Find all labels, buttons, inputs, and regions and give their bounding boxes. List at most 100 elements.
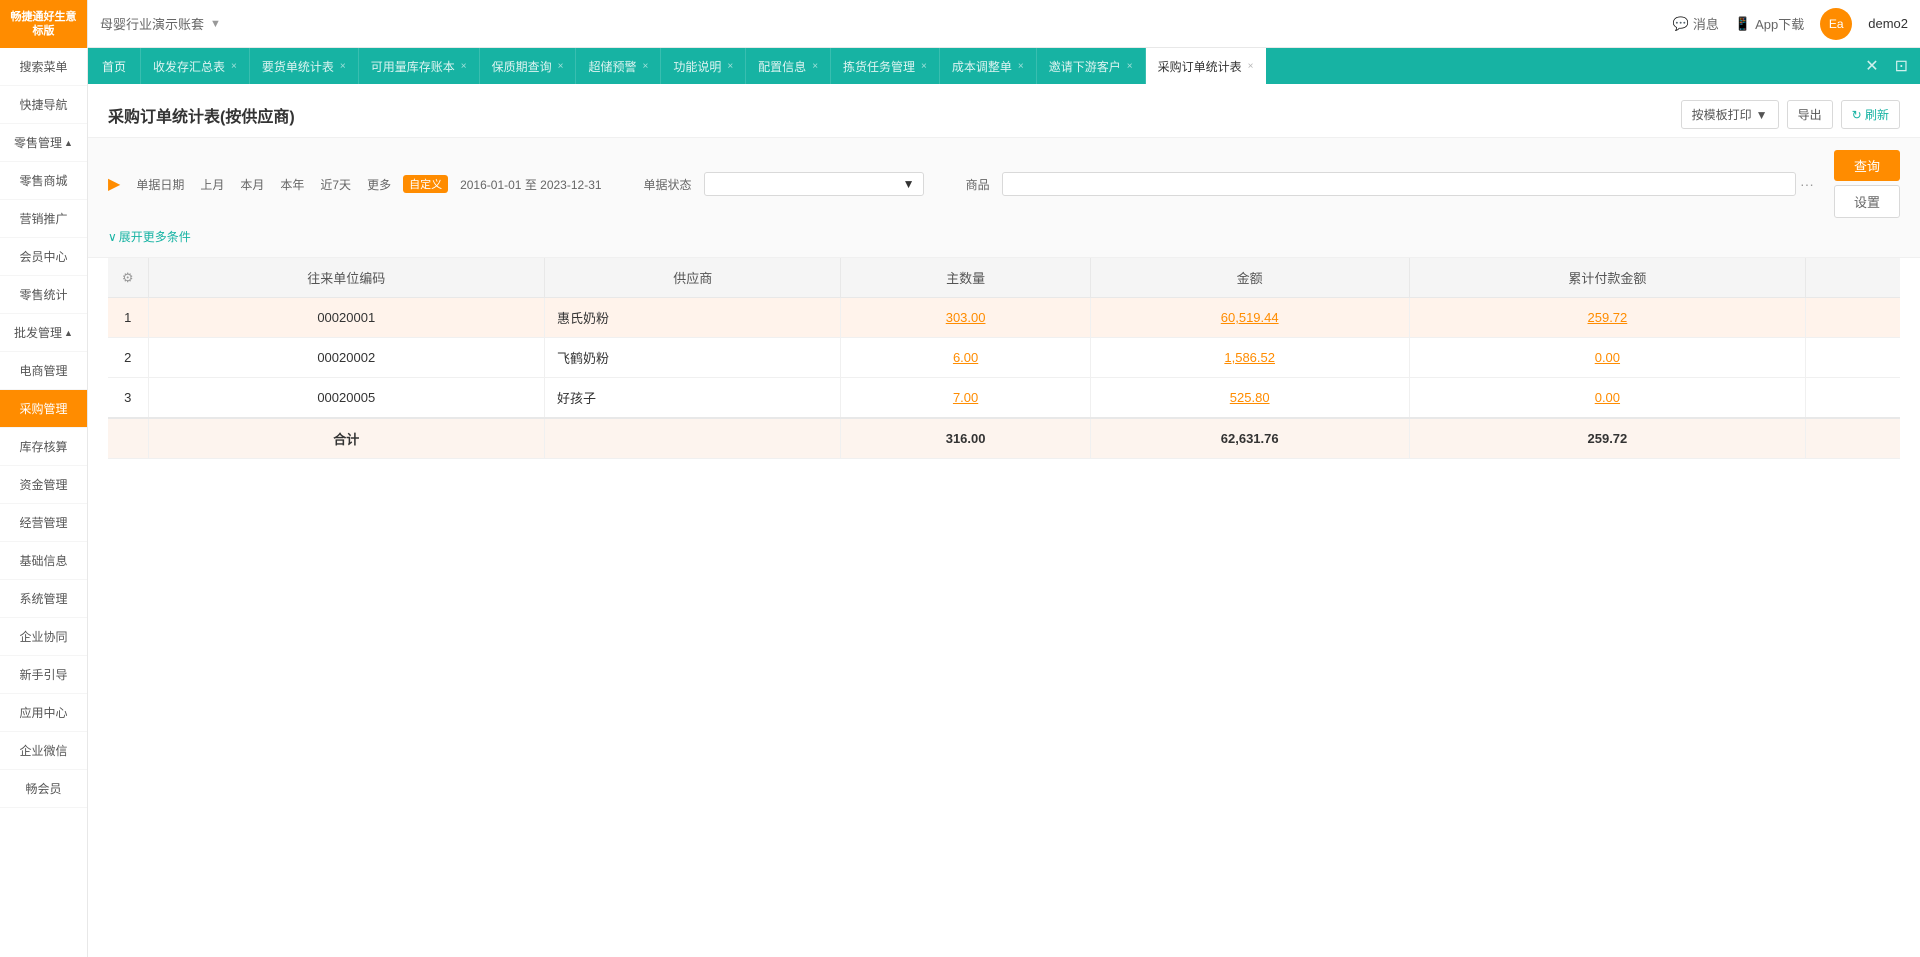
tab-close-11[interactable]: × xyxy=(1248,61,1254,72)
cell-paid-1[interactable]: 0.00 xyxy=(1409,338,1806,378)
sidebar-item-0[interactable]: 搜索菜单 xyxy=(0,48,87,86)
cell-qty-0[interactable]: 303.00 xyxy=(841,298,1090,338)
sidebar-item-9[interactable]: 采购管理 xyxy=(0,390,87,428)
tab-close-5[interactable]: × xyxy=(642,61,648,72)
shortcut-this-month[interactable]: 本月 xyxy=(236,174,268,195)
footer-extra xyxy=(1806,418,1900,459)
gear-icon[interactable]: ⚙ xyxy=(122,270,134,285)
goods-filter-label: 商品 xyxy=(966,176,990,193)
sidebar-item-14[interactable]: 系统管理 xyxy=(0,580,87,618)
tab-4[interactable]: 保质期查询× xyxy=(480,48,577,84)
settings-button[interactable]: 设置 xyxy=(1834,185,1900,218)
shortcut-prev-month[interactable]: 上月 xyxy=(196,174,228,195)
query-button[interactable]: 查询 xyxy=(1834,150,1900,181)
page-content: 采购订单统计表(按供应商) 按模板打印 ▼ 导出 ↻ 刷新 ▶ 单据日期 上月 xyxy=(88,84,1920,957)
footer-label: 合计 xyxy=(148,418,545,459)
main-area: 母婴行业演示账套 ▼ 💬 消息 📱 App下载 Ea demo2 首页收发存汇总… xyxy=(88,0,1920,957)
sidebar-item-12[interactable]: 经营管理 xyxy=(0,504,87,542)
tab-11[interactable]: 采购订单统计表× xyxy=(1146,48,1267,84)
tab-label-8: 拣货任务管理 xyxy=(843,58,915,75)
refresh-button[interactable]: ↻ 刷新 xyxy=(1841,100,1900,129)
shortcut-this-year[interactable]: 本年 xyxy=(276,174,308,195)
tab-2[interactable]: 要货单统计表× xyxy=(250,48,359,84)
tab-close-4[interactable]: × xyxy=(558,61,564,72)
tab-1[interactable]: 收发存汇总表× xyxy=(141,48,250,84)
sidebar-item-11[interactable]: 资金管理 xyxy=(0,466,87,504)
topbar-actions: 💬 消息 📱 App下载 Ea demo2 xyxy=(1673,8,1908,40)
tab-6[interactable]: 功能说明× xyxy=(661,48,746,84)
cell-supplier-2: 好孩子 xyxy=(545,378,841,419)
footer-amount: 62,631.76 xyxy=(1090,418,1409,459)
goods-more-icon[interactable]: ··· xyxy=(1800,176,1814,192)
tab-close-3[interactable]: × xyxy=(461,61,467,72)
sidebar-item-8[interactable]: 电商管理 xyxy=(0,352,87,390)
status-select[interactable]: ▼ xyxy=(704,172,924,196)
sidebar-item-5[interactable]: 会员中心 xyxy=(0,238,87,276)
tab-close-10[interactable]: × xyxy=(1127,61,1133,72)
tab-close-1[interactable]: × xyxy=(231,61,237,72)
cell-paid-2[interactable]: 0.00 xyxy=(1409,378,1806,419)
date-to: 2023-12-31 xyxy=(540,178,601,192)
sidebar-item-2[interactable]: 零售管理▲ xyxy=(0,124,87,162)
goods-input[interactable] xyxy=(1002,172,1796,196)
user-avatar[interactable]: Ea xyxy=(1820,8,1852,40)
app-download-action[interactable]: 📱 App下载 xyxy=(1735,14,1804,33)
cell-amount-2[interactable]: 525.80 xyxy=(1090,378,1409,419)
sidebar-item-6[interactable]: 零售统计 xyxy=(0,276,87,314)
cell-paid-0[interactable]: 259.72 xyxy=(1409,298,1806,338)
cell-qty-2[interactable]: 7.00 xyxy=(841,378,1090,419)
shortcut-7days[interactable]: 近7天 xyxy=(316,174,355,195)
tab-close-8[interactable]: × xyxy=(921,61,927,72)
filter-expand-row: ∨ 展开更多条件 xyxy=(108,228,1900,245)
table-header-row: ⚙ 往来单位编码 供应商 主数量 金额 累计付款金额 xyxy=(108,258,1900,298)
sidebar-item-18[interactable]: 企业微信 xyxy=(0,732,87,770)
filter-toggle-icon[interactable]: ▶ xyxy=(108,174,120,194)
close-tab-btn[interactable]: ✕ xyxy=(1861,54,1882,78)
tab-close-6[interactable]: × xyxy=(727,61,733,72)
expand-more-button[interactable]: ∨ 展开更多条件 xyxy=(108,228,1900,245)
table-row-0: 100020001惠氏奶粉303.0060,519.44259.72 xyxy=(108,298,1900,338)
workspace-selector[interactable]: 母婴行业演示账套 ▼ xyxy=(100,14,1673,33)
tab-close-9[interactable]: × xyxy=(1018,61,1024,72)
tab-7[interactable]: 配置信息× xyxy=(746,48,831,84)
cell-extra-2 xyxy=(1806,378,1900,419)
tab-3[interactable]: 可用量库存账本× xyxy=(359,48,480,84)
tab-5[interactable]: 超储预警× xyxy=(576,48,661,84)
date-shortcuts: 上月 本月 本年 近7天 更多 自定义 xyxy=(196,174,448,195)
logo-text: 畅捷通好生意标版 xyxy=(11,10,77,39)
sidebar-item-10[interactable]: 库存核算 xyxy=(0,428,87,466)
col-amount: 金额 xyxy=(1090,258,1409,298)
sidebar-item-19[interactable]: 畅会员 xyxy=(0,770,87,808)
custom-date-tag: 自定义 xyxy=(403,175,448,193)
sidebar-item-17[interactable]: 应用中心 xyxy=(0,694,87,732)
message-action[interactable]: 💬 消息 xyxy=(1673,14,1719,33)
tab-0[interactable]: 首页 xyxy=(88,48,141,84)
cell-amount-1[interactable]: 1,586.52 xyxy=(1090,338,1409,378)
cell-amount-0[interactable]: 60,519.44 xyxy=(1090,298,1409,338)
sidebar-item-13[interactable]: 基础信息 xyxy=(0,542,87,580)
export-button[interactable]: 导出 xyxy=(1787,100,1833,129)
template-print-button[interactable]: 按模板打印 ▼ xyxy=(1681,100,1779,129)
tab-label-9: 成本调整单 xyxy=(952,58,1012,75)
cell-supplier-0: 惠氏奶粉 xyxy=(545,298,841,338)
shortcut-more[interactable]: 更多 xyxy=(363,174,395,195)
sidebar-item-3[interactable]: 零售商城 xyxy=(0,162,87,200)
tab-9[interactable]: 成本调整单 × xyxy=(940,48,1037,84)
tabbar: 首页收发存汇总表×要货单统计表×可用量库存账本×保质期查询×超储预警×功能说明×… xyxy=(88,48,1920,84)
workspace-arrow-icon: ▼ xyxy=(210,18,221,30)
tab-10[interactable]: 邀请下游客户× xyxy=(1037,48,1146,84)
tab-close-2[interactable]: × xyxy=(340,61,346,72)
action-buttons: 查询 设置 xyxy=(1834,150,1900,218)
cell-qty-1[interactable]: 6.00 xyxy=(841,338,1090,378)
col-qty: 主数量 xyxy=(841,258,1090,298)
sidebar-item-16[interactable]: 新手引导 xyxy=(0,656,87,694)
sidebar-item-15[interactable]: 企业协同 xyxy=(0,618,87,656)
maximize-btn[interactable]: ⊡ xyxy=(1891,54,1912,78)
tab-8[interactable]: 拣货任务管理 × xyxy=(831,48,940,84)
sidebar-item-4[interactable]: 营销推广 xyxy=(0,200,87,238)
sidebar-item-7[interactable]: 批发管理▲ xyxy=(0,314,87,352)
app-logo: 畅捷通好生意标版 xyxy=(0,0,87,48)
sidebar-item-1[interactable]: 快捷导航 xyxy=(0,86,87,124)
tab-close-7[interactable]: × xyxy=(812,61,818,72)
col-checkbox: ⚙ xyxy=(108,258,148,298)
